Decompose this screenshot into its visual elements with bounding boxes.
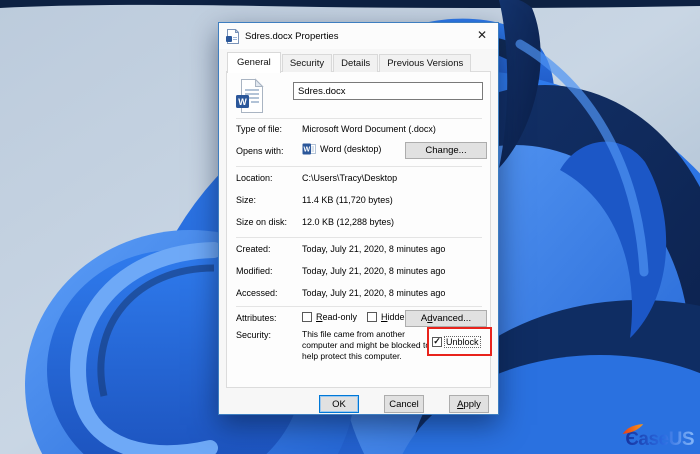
opens-with-app-name: Word (desktop) xyxy=(320,144,382,154)
tab-strip: General Security Details Previous Versio… xyxy=(227,52,472,73)
desktop: Sdres.docx Properties ✕ General Security… xyxy=(0,0,700,454)
size-on-disk-label: Size on disk: xyxy=(236,217,288,227)
type-of-file-value: Microsoft Word Document (.docx) xyxy=(302,124,436,134)
opens-with-value: W Word (desktop) xyxy=(302,142,381,156)
accessed-label: Accessed: xyxy=(236,288,278,298)
modified-label: Modified: xyxy=(236,266,273,276)
readonly-label[interactable]: Read-only xyxy=(316,312,357,322)
svg-text:W: W xyxy=(238,97,247,107)
close-button[interactable]: ✕ xyxy=(466,23,498,47)
accessed-value: Today, July 21, 2020, 8 minutes ago xyxy=(302,288,446,298)
easeus-logo-text: aseUS xyxy=(638,429,694,450)
readonly-checkbox[interactable] xyxy=(302,312,312,322)
unblock-checkbox[interactable]: ✓ xyxy=(432,336,442,347)
security-description: This file came from another computer and… xyxy=(302,329,431,361)
separator xyxy=(236,118,482,119)
created-value: Today, July 21, 2020, 8 minutes ago xyxy=(302,244,446,254)
ok-button[interactable]: OK xyxy=(319,395,359,413)
svg-text:W: W xyxy=(303,147,310,154)
unblock-highlight-box: ✓ Unblock xyxy=(427,327,492,356)
separator xyxy=(236,306,482,307)
tab-security[interactable]: Security xyxy=(281,54,333,72)
hidden-checkbox[interactable] xyxy=(367,312,377,322)
general-tab-panel: W Type of file: Microsoft Word Document … xyxy=(226,71,492,388)
tab-previous-versions[interactable]: Previous Versions xyxy=(379,54,472,72)
readonly-checkbox-group: Read-only xyxy=(302,312,357,322)
attributes-label: Attributes: xyxy=(236,313,277,323)
security-label: Security: xyxy=(236,330,272,340)
location-label: Location: xyxy=(236,173,273,183)
cancel-button[interactable]: Cancel xyxy=(384,395,424,413)
easeus-watermark: ЄaseUS xyxy=(622,424,694,451)
word-app-icon: W xyxy=(302,143,316,155)
word-document-icon: W xyxy=(236,78,264,113)
dialog-titlebar[interactable]: Sdres.docx Properties ✕ xyxy=(219,23,498,49)
size-value: 11.4 KB (11,720 bytes) xyxy=(302,195,393,205)
opens-with-label: Opens with: xyxy=(236,146,284,156)
location-value: C:\Users\Tracy\Desktop xyxy=(302,173,398,183)
tab-general[interactable]: General xyxy=(227,52,281,73)
change-button[interactable]: Change... xyxy=(405,142,487,159)
hidden-checkbox-group: Hidden xyxy=(367,312,410,322)
properties-dialog: Sdres.docx Properties ✕ General Security… xyxy=(218,22,499,415)
type-of-file-label: Type of file: xyxy=(236,124,283,134)
size-label: Size: xyxy=(236,195,257,205)
modified-value: Today, July 21, 2020, 8 minutes ago xyxy=(302,266,446,276)
created-label: Created: xyxy=(236,244,271,254)
dialog-title: Sdres.docx Properties xyxy=(245,30,339,42)
filename-input[interactable] xyxy=(293,82,483,100)
document-icon xyxy=(226,28,239,44)
size-on-disk-value: 12.0 KB (12,288 bytes) xyxy=(302,217,395,227)
tab-details[interactable]: Details xyxy=(333,54,379,72)
apply-button[interactable]: Apply xyxy=(449,395,489,413)
separator xyxy=(236,166,482,167)
check-icon: ✓ xyxy=(433,336,441,346)
separator xyxy=(236,237,482,238)
close-icon: ✕ xyxy=(476,28,488,42)
advanced-button[interactable]: Advanced... xyxy=(405,310,487,327)
unblock-label[interactable]: Unblock xyxy=(444,335,481,348)
